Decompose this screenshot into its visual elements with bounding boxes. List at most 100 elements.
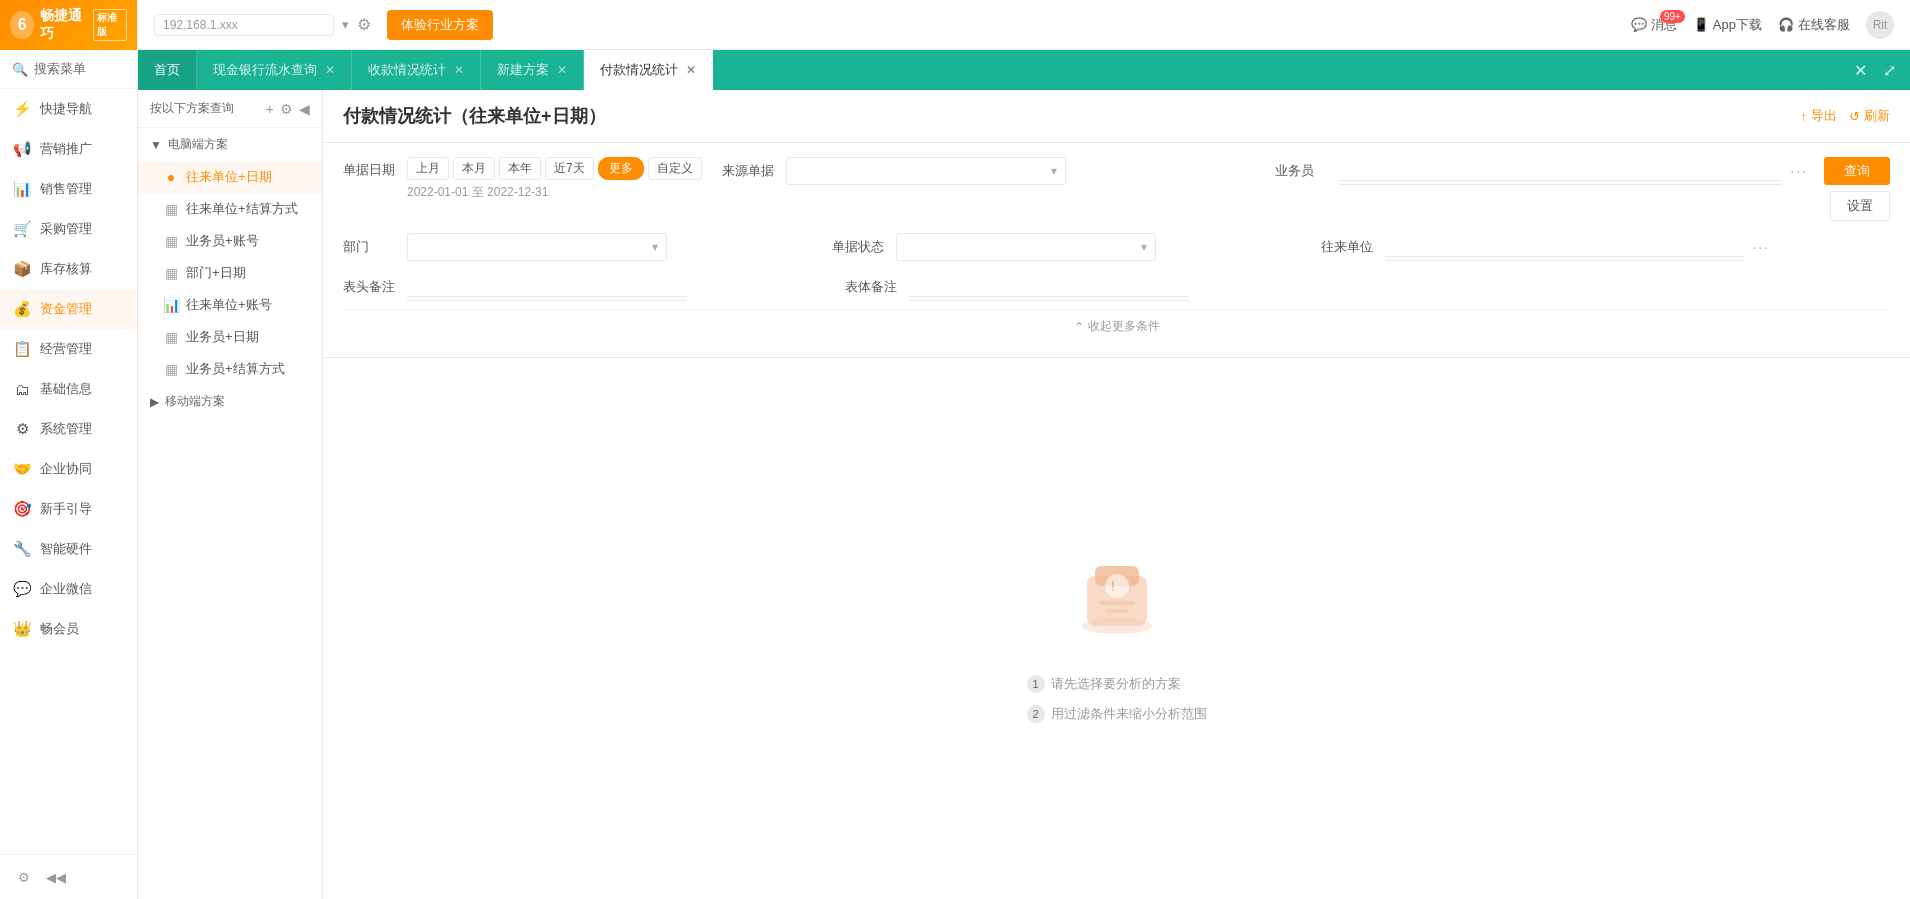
- panel-collapse-icon[interactable]: ◀: [299, 101, 310, 117]
- body-note-input[interactable]: [909, 277, 1189, 297]
- sidebar-item-label: 经营管理: [40, 340, 92, 358]
- query-button[interactable]: 查询: [1824, 157, 1890, 185]
- header-note-input[interactable]: [407, 277, 687, 297]
- panel-item-staff-account[interactable]: ▦ 业务员+账号: [138, 225, 322, 257]
- collapse-bar[interactable]: ⌃ 收起更多条件: [343, 309, 1890, 343]
- status-dropdown-icon: ▾: [1141, 240, 1147, 254]
- panel-item-unit-account[interactable]: 📊 往来单位+账号: [138, 289, 322, 321]
- sidebar-item-collab[interactable]: 🤝 企业协同: [0, 449, 137, 489]
- content-area: 按以下方案查询 + ⚙ ◀ ▼ 电脑端方案 ● 往来单位+日期 ▦ 往来单位+结…: [138, 90, 1910, 899]
- sidebar-item-guide[interactable]: 🎯 新手引导: [0, 489, 137, 529]
- sidebar-item-member[interactable]: 👑 畅会员: [0, 609, 137, 649]
- date-btn-7days[interactable]: 近7天: [545, 157, 594, 180]
- tab-payment-stats-close[interactable]: ✕: [686, 63, 696, 77]
- sidebar-item-hardware[interactable]: 🔧 智能硬件: [0, 529, 137, 569]
- filter-area: 单据日期 上月 本月 本年 近7天 更多 自定义 2022-01-01 至 20…: [323, 143, 1910, 358]
- sidebar-item-system[interactable]: ⚙ 系统管理: [0, 409, 137, 449]
- unit-date-icon: ●: [162, 168, 180, 186]
- sidebar-item-operations[interactable]: 📋 经营管理: [0, 329, 137, 369]
- tab-payment-stats[interactable]: 付款情况统计 ✕: [584, 50, 713, 90]
- logo-icon: 6: [10, 11, 34, 39]
- staff-dots-btn[interactable]: ···: [1790, 163, 1808, 179]
- sidebar-item-label: 营销推广: [40, 140, 92, 158]
- refresh-button[interactable]: ↺ 刷新: [1849, 107, 1890, 125]
- sidebar-item-label: 库存核算: [40, 260, 92, 278]
- sidebar-item-sales[interactable]: 📊 销售管理: [0, 169, 137, 209]
- message-badge: 99+: [1660, 10, 1685, 23]
- tab-bank-flow[interactable]: 现金银行流水查询 ✕: [197, 50, 352, 90]
- add-plan-icon[interactable]: +: [266, 101, 274, 117]
- export-button[interactable]: ↑ 导出: [1801, 107, 1838, 125]
- panel-item-staff-settle[interactable]: ▦ 业务员+结算方式: [138, 353, 322, 385]
- date-btn-this-month[interactable]: 本月: [453, 157, 495, 180]
- dept-select[interactable]: ▾: [407, 233, 667, 261]
- date-btn-custom[interactable]: 自定义: [648, 157, 702, 180]
- inventory-icon: 📦: [12, 259, 32, 279]
- desktop-section-arrow: ▼: [150, 138, 162, 152]
- staff-input[interactable]: [1339, 161, 1782, 181]
- sidebar-item-purchase[interactable]: 🛒 采购管理: [0, 209, 137, 249]
- marketing-icon: 📢: [12, 139, 32, 159]
- sidebar-search[interactable]: 🔍 搜索菜单: [0, 50, 137, 89]
- sidebar-item-inventory[interactable]: 📦 库存核算: [0, 249, 137, 289]
- logo-text: 畅捷通巧: [40, 7, 89, 43]
- tab-receivable[interactable]: 收款情况统计 ✕: [352, 50, 481, 90]
- topbar-dropdown-icon[interactable]: ▾: [342, 17, 349, 32]
- date-btn-last-month[interactable]: 上月: [407, 157, 449, 180]
- panel-item-staff-date[interactable]: ▦ 业务员+日期: [138, 321, 322, 353]
- mobile-section-label: 移动端方案: [165, 393, 225, 410]
- page-header: 付款情况统计（往来单位+日期） ↑ 导出 ↺ 刷新: [323, 90, 1910, 143]
- sidebar-item-basic-info[interactable]: 🗂 基础信息: [0, 369, 137, 409]
- sidebar-item-label: 企业协同: [40, 460, 92, 478]
- sidebar-settings-icon[interactable]: ⚙: [12, 865, 36, 889]
- topbar-online-service[interactable]: 🎧 在线客服: [1778, 16, 1850, 34]
- tab-close-all-icon[interactable]: ✕: [1848, 59, 1873, 82]
- topbar-address: 192.168.1.xxx: [154, 14, 334, 36]
- tab-payment-stats-label: 付款情况统计: [600, 61, 678, 79]
- mobile-section-title[interactable]: ▶ 移动端方案: [138, 385, 322, 418]
- desktop-section-title[interactable]: ▼ 电脑端方案: [138, 128, 322, 161]
- plan-settings-icon[interactable]: ⚙: [280, 101, 293, 117]
- sidebar-item-marketing[interactable]: 📢 营销推广: [0, 129, 137, 169]
- user-avatar[interactable]: Rit: [1866, 11, 1894, 39]
- unit-settle-icon: ▦: [162, 200, 180, 218]
- trial-button[interactable]: 体验行业方案: [387, 10, 493, 40]
- settings-button[interactable]: 设置: [1830, 191, 1890, 221]
- topbar-gear-icon[interactable]: ⚙: [357, 15, 371, 34]
- panel-item-unit-date[interactable]: ● 往来单位+日期: [138, 161, 322, 193]
- status-select[interactable]: ▾: [896, 233, 1156, 261]
- sidebar-item-label: 采购管理: [40, 220, 92, 238]
- tab-new-plan-label: 新建方案: [497, 61, 549, 79]
- topbar-left: 192.168.1.xxx ▾ ⚙ 体验行业方案: [154, 10, 1631, 40]
- panel-item-unit-settle[interactable]: ▦ 往来单位+结算方式: [138, 193, 322, 225]
- source-select[interactable]: ▾: [786, 157, 1066, 185]
- topbar-app-download[interactable]: 📱 App下载: [1693, 16, 1762, 34]
- refresh-label: 刷新: [1864, 107, 1890, 125]
- topbar-messages[interactable]: 💬 消息 99+: [1631, 16, 1677, 34]
- tab-new-plan[interactable]: 新建方案 ✕: [481, 50, 584, 90]
- date-btn-more[interactable]: 更多: [598, 157, 644, 180]
- avatar-text: Rit: [1873, 18, 1888, 32]
- unit-input[interactable]: [1385, 237, 1744, 257]
- tab-receivable-close[interactable]: ✕: [454, 63, 464, 77]
- sales-icon: 📊: [12, 179, 32, 199]
- sidebar-item-capital[interactable]: 💰 资金管理: [0, 289, 137, 329]
- sidebar-collapse-icon[interactable]: ◀◀: [44, 865, 68, 889]
- right-panel: 付款情况统计（往来单位+日期） ↑ 导出 ↺ 刷新: [323, 90, 1910, 899]
- refresh-icon: ↺: [1849, 109, 1860, 124]
- tab-home[interactable]: 首页: [138, 50, 197, 90]
- tab-bank-flow-close[interactable]: ✕: [325, 63, 335, 77]
- panel-item-dept-date[interactable]: ▦ 部门+日期: [138, 257, 322, 289]
- unit-dots-btn[interactable]: ···: [1752, 239, 1770, 255]
- staff-label: 业务员: [1275, 162, 1331, 180]
- tab-expand-icon[interactable]: ⤢: [1877, 59, 1902, 82]
- tab-actions: ✕ ⤢: [1840, 50, 1910, 90]
- dept-date-icon: ▦: [162, 264, 180, 282]
- tabbar: 首页 现金银行流水查询 ✕ 收款情况统计 ✕ 新建方案 ✕ 付款情况统计 ✕ ✕…: [138, 50, 1910, 90]
- tab-new-plan-close[interactable]: ✕: [557, 63, 567, 77]
- sidebar-item-quick-nav[interactable]: ⚡ 快捷导航: [0, 89, 137, 129]
- sidebar-item-wechat[interactable]: 💬 企业微信: [0, 569, 137, 609]
- desktop-section-label: 电脑端方案: [168, 136, 228, 153]
- date-btn-this-year[interactable]: 本年: [499, 157, 541, 180]
- topbar-right: 💬 消息 99+ 📱 App下载 🎧 在线客服 Rit: [1631, 11, 1894, 39]
